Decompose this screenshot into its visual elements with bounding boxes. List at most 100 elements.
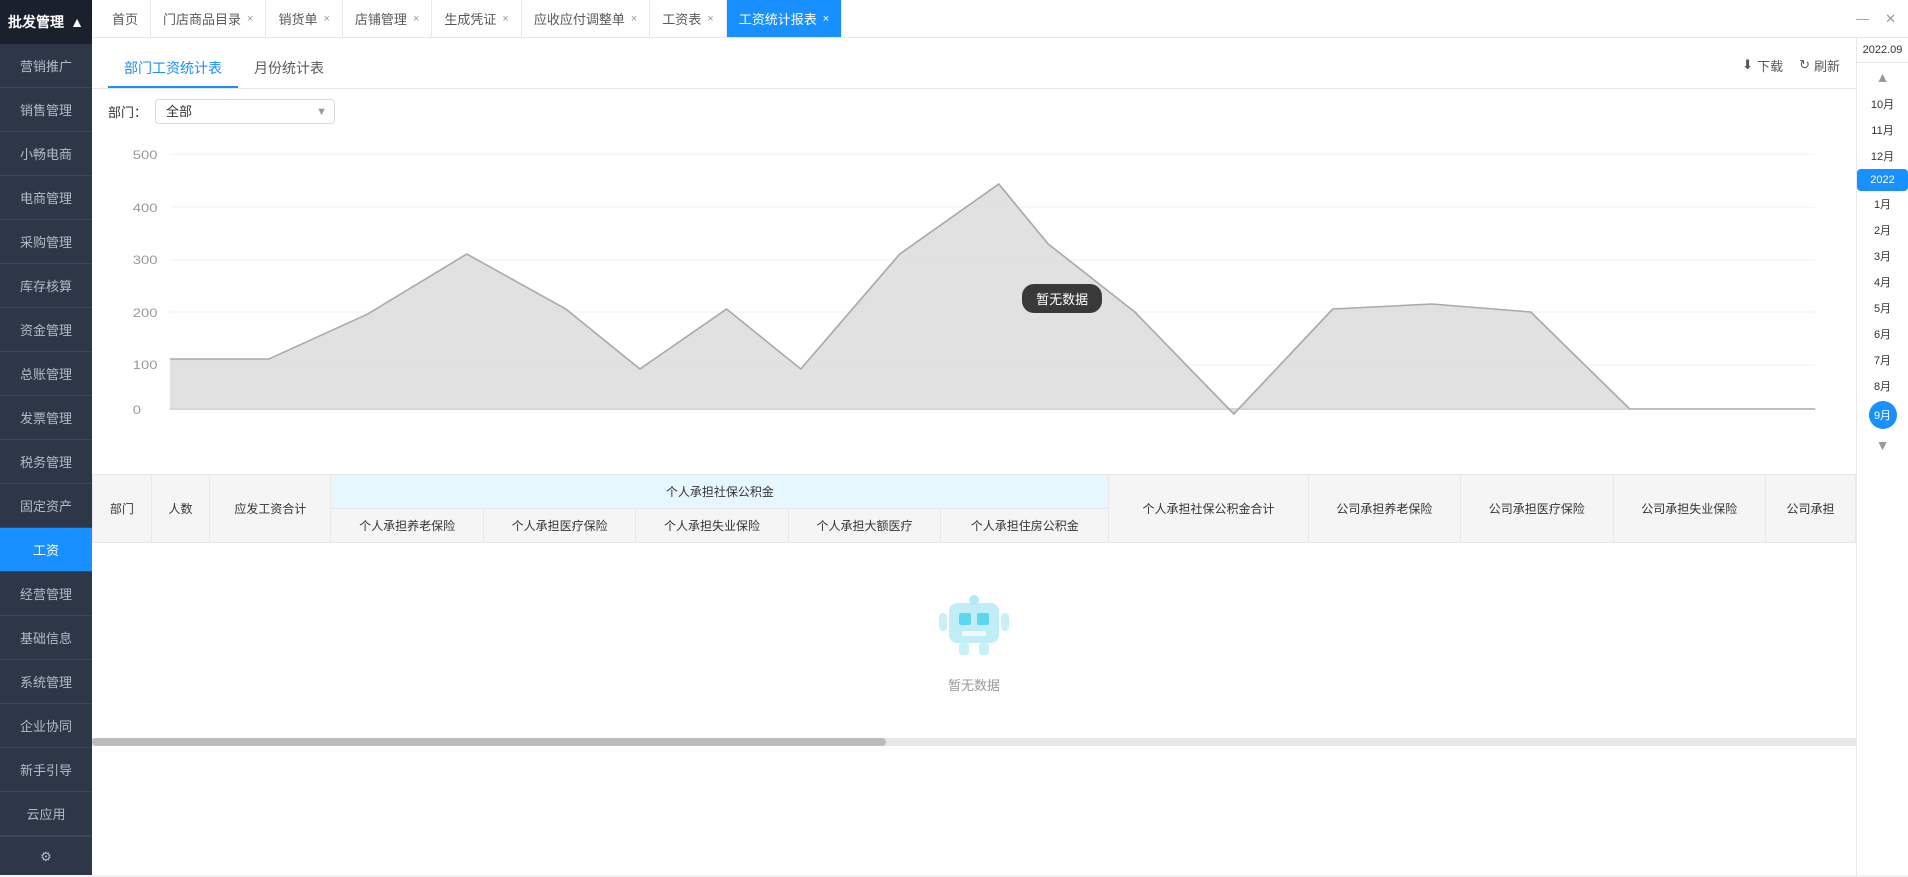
svg-text:400: 400 — [133, 201, 158, 214]
date-nov[interactable]: 11月 — [1857, 117, 1908, 143]
tab-label-门店商品目录: 门店商品目录 — [163, 9, 241, 28]
th-personal-total: 个人承担社保公积金合计 — [1109, 475, 1308, 543]
th-dept: 部门 — [93, 475, 152, 543]
tab-close-工资表[interactable]: × — [707, 13, 713, 25]
horizontal-scrollbar[interactable] — [92, 738, 1856, 746]
date-jul[interactable]: 7月 — [1857, 347, 1908, 373]
date-feb[interactable]: 2月 — [1857, 217, 1908, 243]
date-mar[interactable]: 3月 — [1857, 243, 1908, 269]
svg-text:200: 200 — [133, 306, 158, 319]
sidebar-collapse-icon: ▲ — [70, 14, 84, 30]
tab-工资表[interactable]: 工资表 × — [650, 0, 726, 38]
th-company-unemployment: 公司承担失业保险 — [1613, 475, 1765, 543]
sidebar-item-企业协同[interactable]: 企业协同 — [0, 704, 92, 748]
sidebar-item-营销推广[interactable]: 营销推广 — [0, 44, 92, 88]
th-personal-major-medical: 个人承担大额医疗 — [788, 509, 940, 543]
sidebar-footer[interactable]: ⚙ — [0, 836, 92, 877]
sidebar-header[interactable]: 批发管理 ▲ — [0, 0, 92, 44]
scrollbar-thumb[interactable] — [92, 738, 886, 746]
stats-table: 部门 人数 应发工资合计 个人承担社保公积金 个人承担社保公积金合计 公司承担养… — [92, 474, 1856, 543]
download-button[interactable]: ⬇ 下载 — [1742, 56, 1783, 75]
sub-tab-month[interactable]: 月份统计表 — [238, 50, 340, 88]
sidebar-item-固定资产[interactable]: 固定资产 — [0, 484, 92, 528]
date-nav-down[interactable]: ▼ — [1869, 431, 1897, 459]
sidebar-item-资金管理[interactable]: 资金管理 — [0, 308, 92, 352]
tab-close-工资统计报表[interactable]: × — [823, 13, 829, 25]
sidebar-items: 营销推广销售管理小畅电商电商管理采购管理库存核算资金管理总账管理发票管理税务管理… — [0, 44, 92, 836]
date-aug[interactable]: 8月 — [1857, 373, 1908, 399]
date-year-2022[interactable]: 2022 — [1857, 169, 1908, 191]
tab-销货单[interactable]: 销货单× — [266, 0, 342, 38]
chart-no-data-tooltip: 暂无数据 — [1022, 284, 1102, 313]
date-dec[interactable]: 12月 — [1857, 143, 1908, 169]
tab-close-应收应付调整单[interactable]: × — [631, 13, 637, 25]
sidebar-item-采购管理[interactable]: 采购管理 — [0, 220, 92, 264]
sidebar-item-基础信息[interactable]: 基础信息 — [0, 616, 92, 660]
date-sidebar: 2022.09 ▲ 10月 11月 12月 2022 1月 2月 3月 4月 5… — [1856, 38, 1908, 875]
toolbar-row: 部门： 全部 ▼ — [92, 89, 1856, 134]
dept-select[interactable]: 全部 — [155, 99, 335, 124]
sidebar-item-工资[interactable]: 工资 — [0, 528, 92, 572]
svg-text:100: 100 — [133, 358, 158, 371]
main-content: 首页门店商品目录×销货单×店铺管理×生成凭证×应收应付调整单×工资表×工资统计报… — [92, 0, 1908, 875]
current-date-display: 2022.09 — [1857, 38, 1908, 63]
tab-close-销货单[interactable]: × — [323, 13, 329, 25]
date-nav-up[interactable]: ▲ — [1869, 63, 1897, 91]
toolbar-left: 部门： 全部 ▼ — [108, 99, 335, 124]
tab-items: 首页门店商品目录×销货单×店铺管理×生成凭证×应收应付调整单×工资表×工资统计报… — [100, 0, 842, 38]
download-icon: ⬇ — [1742, 57, 1753, 73]
th-personal-social: 个人承担社保公积金 — [331, 475, 1109, 509]
sidebar-title: 批发管理 — [8, 12, 64, 32]
date-jun[interactable]: 6月 — [1857, 321, 1908, 347]
empty-state: 暂无数据 — [92, 543, 1856, 734]
tab-label-工资表: 工资表 — [662, 9, 701, 28]
sidebar-item-小畅电商[interactable]: 小畅电商 — [0, 132, 92, 176]
tab-店铺管理[interactable]: 店铺管理 × — [343, 0, 432, 38]
tab-label-生成凭证: 生成凭证 — [444, 9, 496, 28]
main-panel: 部门工资统计表 月份统计表 ⬇ 下载 ↻ 刷新 部门： — [92, 38, 1856, 875]
date-apr[interactable]: 4月 — [1857, 269, 1908, 295]
gear-icon: ⚙ — [40, 849, 52, 864]
th-company-more: 公司承担 — [1765, 475, 1855, 543]
page-content: 部门工资统计表 月份统计表 ⬇ 下载 ↻ 刷新 部门： — [92, 38, 1908, 875]
window-close-icon[interactable]: ✕ — [1881, 11, 1900, 27]
tab-label-店铺管理: 店铺管理 — [355, 9, 407, 28]
sidebar-item-电商管理[interactable]: 电商管理 — [0, 176, 92, 220]
sidebar-item-新手引导[interactable]: 新手引导 — [0, 748, 92, 792]
sub-tab-dept[interactable]: 部门工资统计表 — [108, 50, 238, 88]
sidebar-item-税务管理[interactable]: 税务管理 — [0, 440, 92, 484]
th-personal-pension: 个人承担养老保险 — [331, 509, 483, 543]
tab-close-门店商品目录[interactable]: × — [247, 13, 253, 25]
area-chart: 500 400 300 200 100 0 — [108, 144, 1840, 424]
date-may[interactable]: 5月 — [1857, 295, 1908, 321]
tab-首页[interactable]: 首页 — [100, 0, 151, 38]
tab-应收应付调整单[interactable]: 应收应付调整单× — [522, 0, 650, 38]
sidebar-item-发票管理[interactable]: 发票管理 — [0, 396, 92, 440]
sidebar-item-库存核算[interactable]: 库存核算 — [0, 264, 92, 308]
dept-label: 部门： — [108, 102, 147, 121]
tab-门店商品目录[interactable]: 门店商品目录 × — [151, 0, 266, 38]
sidebar-item-经营管理[interactable]: 经营管理 — [0, 572, 92, 616]
date-jan[interactable]: 1月 — [1857, 191, 1908, 217]
sidebar-item-系统管理[interactable]: 系统管理 — [0, 660, 92, 704]
sidebar-item-销售管理[interactable]: 销售管理 — [0, 88, 92, 132]
dept-select-wrapper: 全部 ▼ — [155, 99, 335, 124]
tab-工资统计报表[interactable]: 工资统计报表× — [727, 0, 842, 38]
tab-close-生成凭证[interactable]: × — [502, 13, 508, 25]
table-area: 部门 人数 应发工资合计 个人承担社保公积金 个人承担社保公积金合计 公司承担养… — [92, 474, 1856, 875]
refresh-button[interactable]: ↻ 刷新 — [1799, 56, 1840, 75]
tab-生成凭证[interactable]: 生成凭证 × — [432, 0, 521, 38]
empty-text: 暂无数据 — [948, 675, 1000, 694]
date-sep[interactable]: 9月 — [1869, 401, 1897, 429]
sidebar: 批发管理 ▲ 营销推广销售管理小畅电商电商管理采购管理库存核算资金管理总账管理发… — [0, 0, 92, 875]
window-minimize-icon[interactable]: — — [1852, 11, 1873, 26]
tab-close-店铺管理[interactable]: × — [413, 13, 419, 25]
svg-text:500: 500 — [133, 148, 158, 161]
th-company-medical: 公司承担医疗保险 — [1461, 475, 1613, 543]
sidebar-item-云应用[interactable]: 云应用 — [0, 792, 92, 836]
date-oct[interactable]: 10月 — [1857, 91, 1908, 117]
th-total-salary: 应发工资合计 — [210, 475, 331, 543]
svg-text:0: 0 — [133, 403, 141, 416]
sidebar-item-总账管理[interactable]: 总账管理 — [0, 352, 92, 396]
th-personal-housing: 个人承担住房公积金 — [941, 509, 1109, 543]
